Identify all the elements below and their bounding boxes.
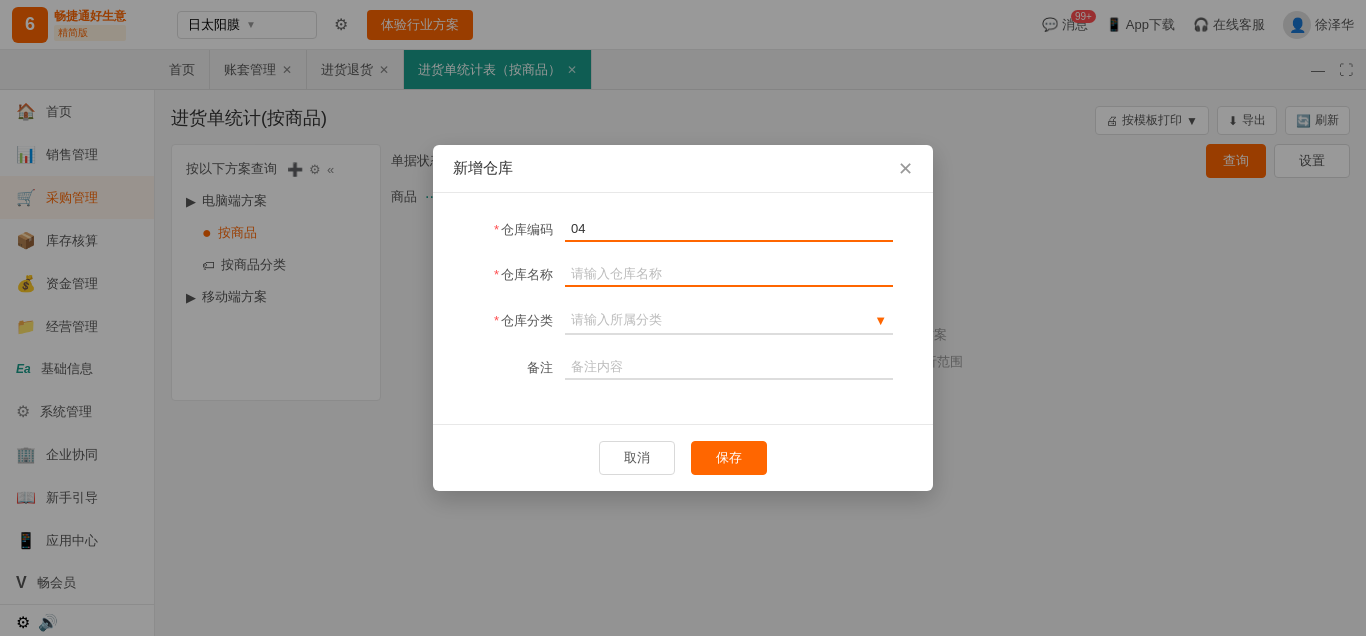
save-button[interactable]: 保存 bbox=[691, 441, 767, 475]
category-placeholder: 请输入所属分类 bbox=[571, 311, 662, 329]
form-row-category: 仓库分类 请输入所属分类 ▼ bbox=[473, 307, 893, 335]
code-input[interactable] bbox=[565, 217, 893, 242]
category-chevron-icon: ▼ bbox=[874, 313, 887, 328]
name-input[interactable] bbox=[565, 262, 893, 287]
form-row-remark: 备注 bbox=[473, 355, 893, 380]
category-select[interactable]: 请输入所属分类 ▼ bbox=[565, 307, 893, 335]
form-row-code: 仓库编码 bbox=[473, 217, 893, 242]
modal-overlay[interactable]: 新增仓库 ✕ 仓库编码 仓库名称 仓库分类 请输入所属分类 ▼ bbox=[0, 0, 1366, 636]
modal-header: 新增仓库 ✕ bbox=[433, 145, 933, 193]
form-row-name: 仓库名称 bbox=[473, 262, 893, 287]
cancel-button[interactable]: 取消 bbox=[599, 441, 675, 475]
modal-new-warehouse: 新增仓库 ✕ 仓库编码 仓库名称 仓库分类 请输入所属分类 ▼ bbox=[433, 145, 933, 491]
category-label: 仓库分类 bbox=[473, 312, 553, 330]
modal-close-icon[interactable]: ✕ bbox=[898, 160, 913, 178]
remark-label: 备注 bbox=[473, 359, 553, 377]
modal-title: 新增仓库 bbox=[453, 159, 513, 178]
modal-body: 仓库编码 仓库名称 仓库分类 请输入所属分类 ▼ 备注 bbox=[433, 193, 933, 424]
name-label: 仓库名称 bbox=[473, 266, 553, 284]
remark-input[interactable] bbox=[565, 355, 893, 380]
code-label: 仓库编码 bbox=[473, 221, 553, 239]
modal-footer: 取消 保存 bbox=[433, 424, 933, 491]
